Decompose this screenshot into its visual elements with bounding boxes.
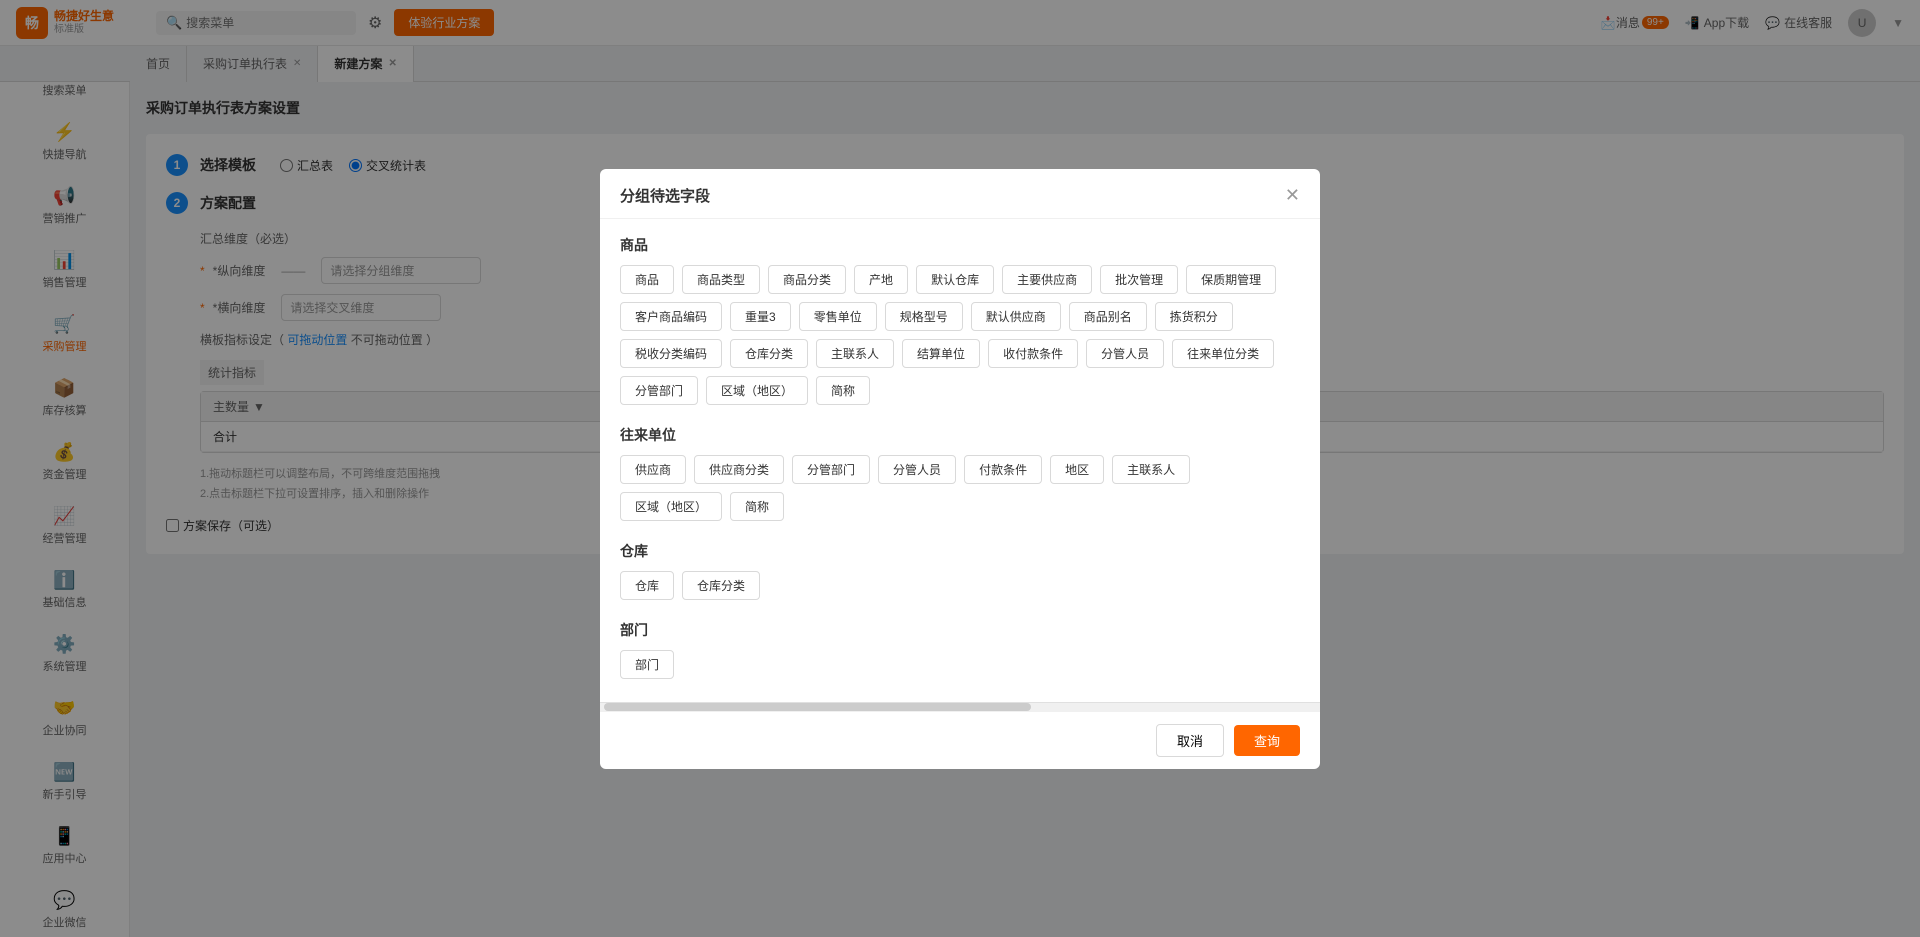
- chip-goods-12[interactable]: 默认供应商: [971, 302, 1061, 331]
- chip-goods-16[interactable]: 仓库分类: [730, 339, 808, 368]
- warehouse-chips: 仓库 仓库分类: [620, 571, 1300, 600]
- section-warehouse-title: 仓库: [620, 541, 1300, 561]
- modal-footer: 取消 查询: [600, 711, 1320, 769]
- partner-chips: 供应商 供应商分类 分管部门 分管人员 付款条件 地区 主联系人 区域（地区） …: [620, 455, 1300, 521]
- chip-goods-22[interactable]: 分管部门: [620, 376, 698, 405]
- chip-goods-13[interactable]: 商品别名: [1069, 302, 1147, 331]
- chip-goods-15[interactable]: 税收分类编码: [620, 339, 722, 368]
- section-goods: 商品 商品 商品类型 商品分类 产地 默认仓库 主要供应商 批次管理 保质期管理…: [620, 235, 1300, 405]
- section-partner: 往来单位 供应商 供应商分类 分管部门 分管人员 付款条件 地区 主联系人 区域…: [620, 425, 1300, 521]
- chip-goods-23[interactable]: 区域（地区）: [706, 376, 808, 405]
- modal-title: 分组待选字段: [620, 185, 710, 206]
- chip-partner-3[interactable]: 分管人员: [878, 455, 956, 484]
- chip-goods-9[interactable]: 重量3: [730, 302, 791, 331]
- chip-goods-6[interactable]: 批次管理: [1100, 265, 1178, 294]
- hscroll-thumb[interactable]: [604, 703, 1031, 711]
- chip-partner-2[interactable]: 分管部门: [792, 455, 870, 484]
- goods-chips: 商品 商品类型 商品分类 产地 默认仓库 主要供应商 批次管理 保质期管理 客户…: [620, 265, 1300, 405]
- confirm-button[interactable]: 查询: [1234, 725, 1300, 756]
- chip-goods-21[interactable]: 往来单位分类: [1172, 339, 1274, 368]
- chip-goods-18[interactable]: 结算单位: [902, 339, 980, 368]
- chip-goods-11[interactable]: 规格型号: [885, 302, 963, 331]
- modal-horizontal-scrollbar[interactable]: [600, 702, 1320, 711]
- chip-goods-1[interactable]: 商品类型: [682, 265, 760, 294]
- chip-goods-19[interactable]: 收付款条件: [988, 339, 1078, 368]
- department-chips: 部门: [620, 650, 1300, 679]
- modal-close-button[interactable]: ✕: [1285, 185, 1300, 206]
- chip-goods-3[interactable]: 产地: [854, 265, 908, 294]
- modal-header: 分组待选字段 ✕: [600, 169, 1320, 219]
- chip-goods-4[interactable]: 默认仓库: [916, 265, 994, 294]
- chip-department-0[interactable]: 部门: [620, 650, 674, 679]
- section-warehouse: 仓库 仓库 仓库分类: [620, 541, 1300, 600]
- chip-goods-8[interactable]: 客户商品编码: [620, 302, 722, 331]
- chip-goods-7[interactable]: 保质期管理: [1186, 265, 1276, 294]
- chip-warehouse-1[interactable]: 仓库分类: [682, 571, 760, 600]
- chip-goods-20[interactable]: 分管人员: [1086, 339, 1164, 368]
- chip-partner-0[interactable]: 供应商: [620, 455, 686, 484]
- section-goods-title: 商品: [620, 235, 1300, 255]
- modal-dialog: 分组待选字段 ✕ 商品 商品 商品类型 商品分类 产地 默认仓库 主要供应商 批…: [600, 169, 1320, 769]
- chip-partner-6[interactable]: 主联系人: [1112, 455, 1190, 484]
- chip-partner-4[interactable]: 付款条件: [964, 455, 1042, 484]
- modal-overlay: 分组待选字段 ✕ 商品 商品 商品类型 商品分类 产地 默认仓库 主要供应商 批…: [0, 0, 1920, 937]
- section-partner-title: 往来单位: [620, 425, 1300, 445]
- chip-partner-8[interactable]: 简称: [730, 492, 784, 521]
- section-department: 部门 部门: [620, 620, 1300, 679]
- chip-warehouse-0[interactable]: 仓库: [620, 571, 674, 600]
- chip-goods-14[interactable]: 拣货积分: [1155, 302, 1233, 331]
- chip-goods-10[interactable]: 零售单位: [799, 302, 877, 331]
- modal-body: 商品 商品 商品类型 商品分类 产地 默认仓库 主要供应商 批次管理 保质期管理…: [600, 219, 1320, 702]
- section-department-title: 部门: [620, 620, 1300, 640]
- chip-goods-2[interactable]: 商品分类: [768, 265, 846, 294]
- chip-goods-0[interactable]: 商品: [620, 265, 674, 294]
- cancel-button[interactable]: 取消: [1156, 724, 1224, 757]
- chip-goods-5[interactable]: 主要供应商: [1002, 265, 1092, 294]
- chip-goods-24[interactable]: 简称: [816, 376, 870, 405]
- chip-goods-17[interactable]: 主联系人: [816, 339, 894, 368]
- chip-partner-1[interactable]: 供应商分类: [694, 455, 784, 484]
- chip-partner-5[interactable]: 地区: [1050, 455, 1104, 484]
- chip-partner-7[interactable]: 区域（地区）: [620, 492, 722, 521]
